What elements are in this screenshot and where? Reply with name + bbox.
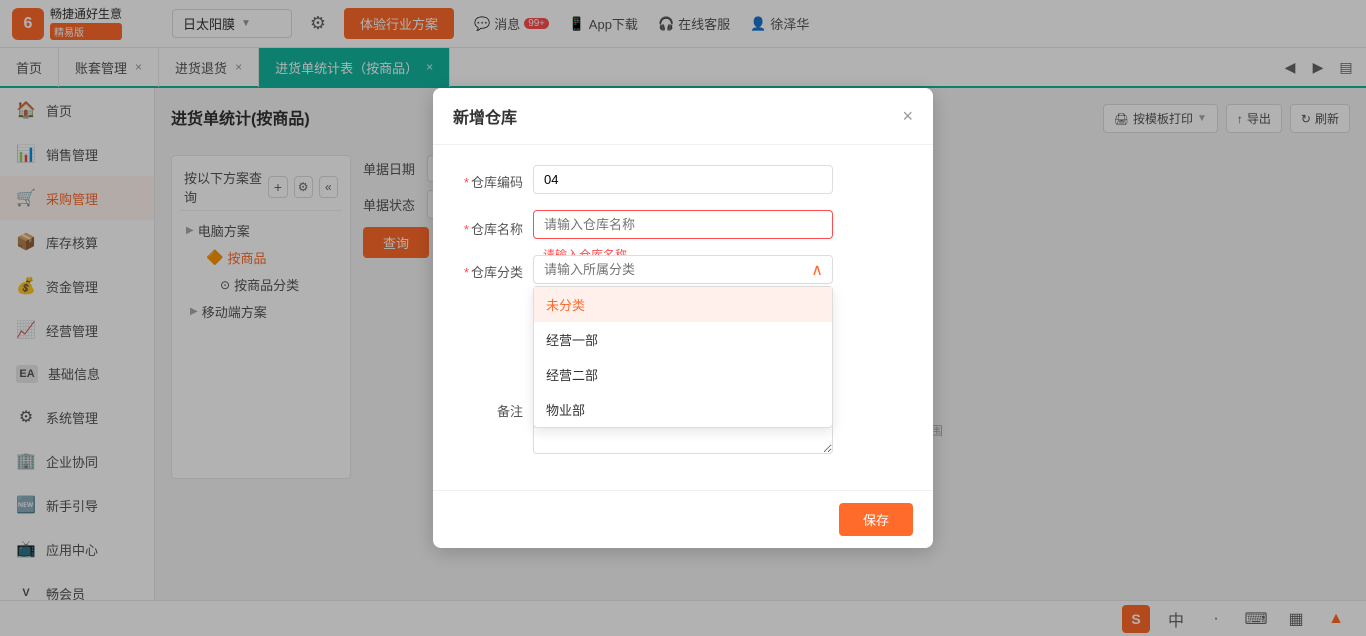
dropdown-item-dept2[interactable]: 经营二部 <box>534 357 832 392</box>
name-field-row: 仓库名称 请输入仓库名称 <box>453 210 913 239</box>
modal-overlay[interactable]: 新增仓库 × 仓库编码 仓库名称 请输入仓库名称 仓库分类 <box>0 0 1366 636</box>
category-select-wrap: ∧ 未分类 经营一部 经营二部 物业部 <box>533 255 833 284</box>
modal-body: 仓库编码 仓库名称 请输入仓库名称 仓库分类 ∧ 未分类 <box>433 145 933 490</box>
category-dropdown-list: 未分类 经营一部 经营二部 物业部 <box>533 286 833 428</box>
save-button[interactable]: 保存 <box>839 503 913 536</box>
dropdown-item-dept3[interactable]: 物业部 <box>534 392 832 427</box>
modal-title: 新增仓库 <box>453 104 517 128</box>
category-field-row: 仓库分类 ∧ 未分类 经营一部 经营二部 物业部 <box>453 255 913 284</box>
dropdown-item-unclassified[interactable]: 未分类 <box>534 287 832 322</box>
modal-header: 新增仓库 × <box>433 88 933 145</box>
modal-close-button[interactable]: × <box>902 106 913 127</box>
dropdown-item-dept1[interactable]: 经营一部 <box>534 322 832 357</box>
category-input[interactable] <box>533 255 833 284</box>
code-field-row: 仓库编码 <box>453 165 913 194</box>
note-field-label: 备注 <box>453 394 533 420</box>
name-input[interactable] <box>533 210 833 239</box>
code-field-label: 仓库编码 <box>453 165 533 191</box>
name-field-label: 仓库名称 <box>453 212 533 238</box>
code-input[interactable] <box>533 165 833 194</box>
new-warehouse-modal: 新增仓库 × 仓库编码 仓库名称 请输入仓库名称 仓库分类 <box>433 88 933 548</box>
category-field-label: 仓库分类 <box>453 255 533 281</box>
category-dropdown-icon[interactable]: ∧ <box>811 260 823 280</box>
modal-footer: 保存 <box>433 490 933 548</box>
